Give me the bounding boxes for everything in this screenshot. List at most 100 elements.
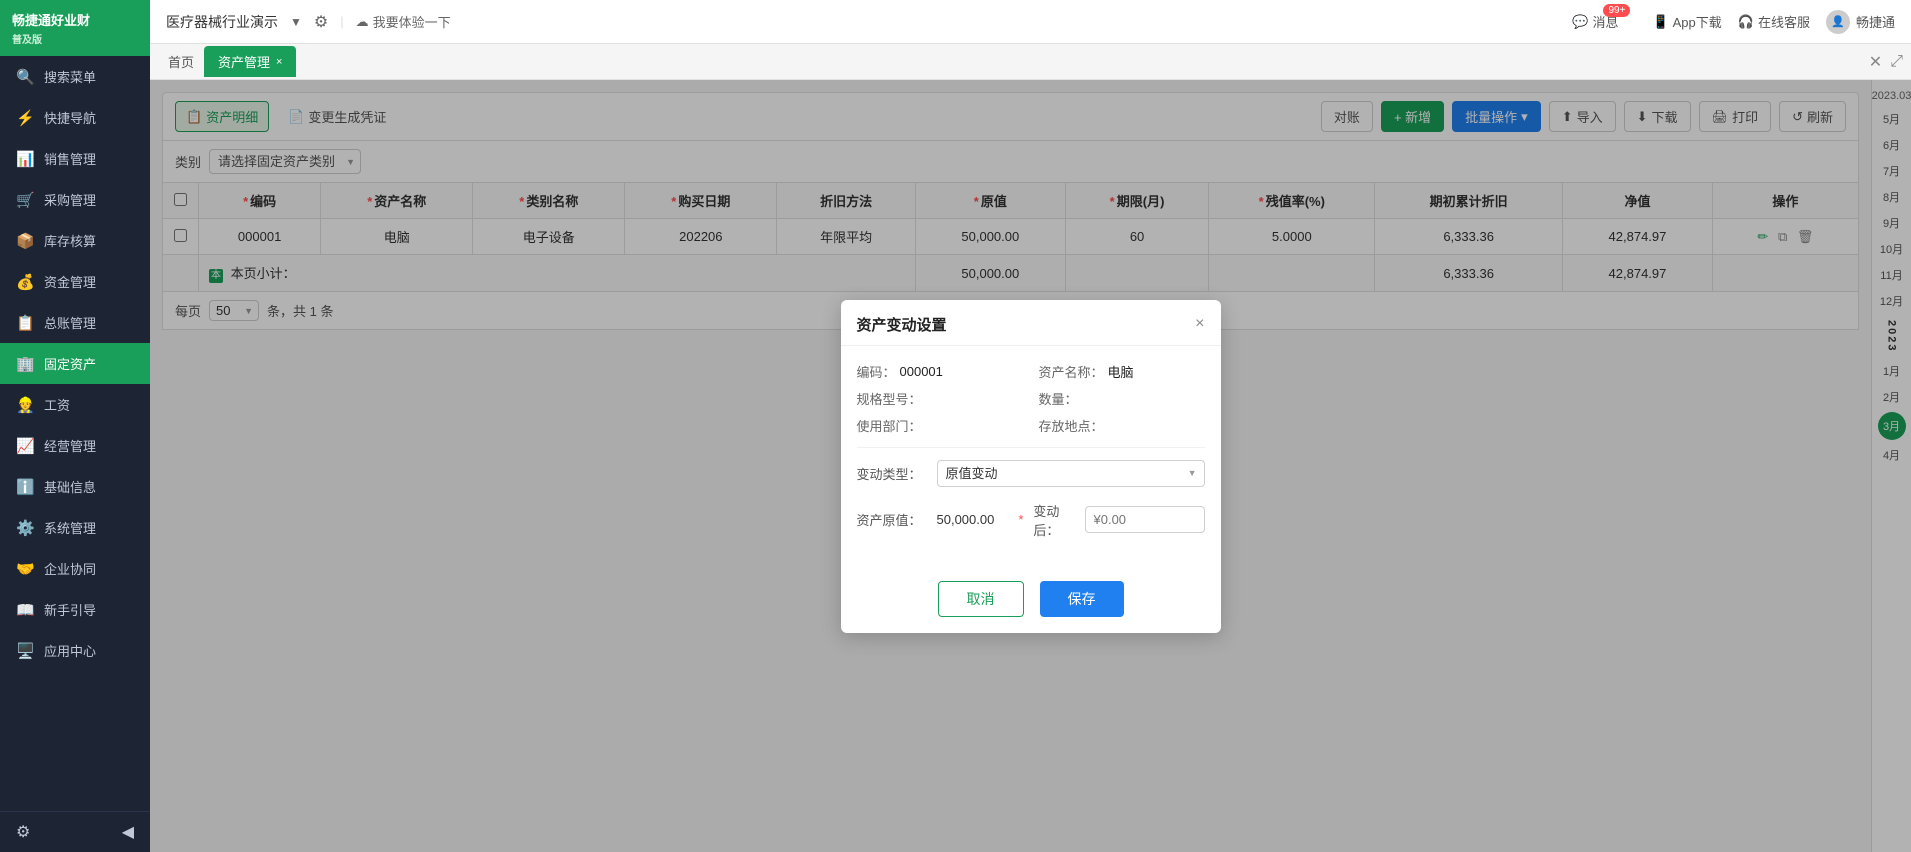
modal-body: 编码： 000001 资产名称： 电脑 规格型号： 数量：: [841, 346, 1221, 569]
modal-quantity-label: 数量：: [1039, 389, 1078, 408]
sidebar-icon-7: 🏢: [16, 355, 34, 373]
sidebar-item-基础信息[interactable]: ℹ️基础信息: [0, 466, 150, 507]
sidebar-label-0: 搜索菜单: [44, 67, 96, 86]
messages-badge[interactable]: 💬 消息 99+: [1572, 12, 1618, 31]
experience-divider: |: [340, 14, 343, 29]
sidebar-icon-5: 💰: [16, 273, 34, 291]
sidebar-item-搜索菜单[interactable]: 🔍 搜索菜单: [0, 56, 150, 97]
sidebar-icon-14: 🖥️: [16, 642, 34, 660]
sidebar-item-库存核算[interactable]: 📦 库存核算: [0, 220, 150, 261]
message-count: 99+: [1603, 4, 1630, 17]
sidebar-item-固定资产[interactable]: 🏢固定资产: [0, 343, 150, 384]
sidebar-icon-6: 📋: [16, 314, 34, 332]
sidebar-label-8: 工资: [44, 395, 70, 414]
after-change-input[interactable]: [1085, 506, 1205, 533]
collapse-icon[interactable]: ◀: [122, 822, 134, 842]
sidebar-icon-10: ℹ️: [16, 478, 34, 496]
main-area: 医疗器械行业演示 ▼ ⚙ | ☁ 我要体验一下 💬 消息 99+ 📱 App下载…: [150, 0, 1911, 852]
modal-asset-name-value: 电脑: [1108, 362, 1134, 381]
modal-spec-label: 规格型号：: [857, 389, 922, 408]
modal-footer: 取消 保存: [841, 569, 1221, 633]
home-tab-label: 首页: [168, 52, 194, 71]
window-maximize-btn[interactable]: ⤢: [1890, 53, 1903, 71]
sidebar-bottom: ⚙ ◀: [0, 811, 150, 852]
topbar-right: 💬 消息 99+ 📱 App下载 🎧 在线客服 👤 畅捷通: [1572, 10, 1895, 34]
modal-close-btn[interactable]: ×: [1195, 315, 1204, 333]
download-icon: 📱: [1652, 14, 1668, 30]
sidebar-item-经营管理[interactable]: 📈 经营管理: [0, 425, 150, 466]
sidebar-item-总账管理[interactable]: 📋总账管理: [0, 302, 150, 343]
tab-close-icon[interactable]: ×: [276, 56, 282, 68]
modal-dept-label: 使用部门：: [857, 416, 922, 435]
sidebar-item-快捷导航[interactable]: ⚡快捷导航: [0, 97, 150, 138]
cloud-icon: ☁: [356, 14, 369, 30]
sidebar-icon-13: 📖: [16, 601, 34, 619]
change-type-row: 变动类型： 原值变动 数量变动 部门变动: [857, 460, 1205, 487]
sidebar: 畅捷通好业财 普及版 🔍 搜索菜单 ⚡快捷导航📊销售管理🛒采购管理 📦 库存核算 💰 资金管…: [0, 0, 150, 852]
sidebar-label-4: 库存核算: [44, 231, 96, 250]
experience-link[interactable]: ☁ 我要体验一下: [356, 12, 451, 31]
modal-title: 资产变动设置: [857, 314, 947, 335]
sidebar-icon-4: 📦: [16, 232, 34, 250]
original-value-row: 资产原值： 50,000.00 * 变动后：: [857, 501, 1205, 539]
app-download-link[interactable]: 📱 App下载: [1652, 12, 1721, 31]
sidebar-label-11: 系统管理: [44, 518, 96, 537]
modal-quantity-item: 数量：: [1039, 389, 1205, 408]
sidebar-icon-9: 📈: [16, 437, 34, 455]
change-type-label: 变动类型：: [857, 464, 929, 483]
experience-text: 我要体验一下: [373, 12, 451, 31]
tabs-bar: 首页 资产管理 × ✕ ⤢: [150, 44, 1911, 80]
sidebar-icon-8: 👷: [16, 396, 34, 414]
sidebar-item-系统管理[interactable]: ⚙️系统管理: [0, 507, 150, 548]
modal-code-item: 编码： 000001: [857, 362, 1023, 381]
original-value-display: 50,000.00: [937, 512, 995, 527]
sidebar-item-新手引导[interactable]: 📖 新手引导: [0, 589, 150, 630]
online-service-link[interactable]: 🎧 在线客服: [1738, 12, 1810, 31]
settings-icon[interactable]: ⚙: [16, 822, 30, 842]
user-menu[interactable]: 👤 畅捷通: [1826, 10, 1895, 34]
message-icon: 💬: [1572, 14, 1588, 30]
app-name: 畅捷通好业财: [12, 10, 90, 29]
asset-change-modal: 资产变动设置 × 编码： 000001 资产名称： 电脑: [841, 300, 1221, 633]
modal-location-item: 存放地点：: [1039, 416, 1205, 435]
company-name: 医疗器械行业演示: [166, 12, 278, 32]
sidebar-item-应用中心[interactable]: 🖥️应用中心: [0, 630, 150, 671]
after-change-label: 变动后：: [1033, 501, 1070, 539]
sidebar-label-5: 资金管理: [44, 272, 96, 291]
change-type-select-wrap[interactable]: 原值变动 数量变动 部门变动: [937, 460, 1205, 487]
online-service-label: 在线客服: [1758, 12, 1810, 31]
modal-header: 资产变动设置 ×: [841, 300, 1221, 346]
sidebar-item-采购管理[interactable]: 🛒采购管理: [0, 179, 150, 220]
after-change-required: *: [1018, 512, 1023, 527]
sidebar-label-2: 销售管理: [44, 149, 96, 168]
save-button[interactable]: 保存: [1040, 581, 1124, 617]
sidebar-label-13: 新手引导: [44, 600, 96, 619]
app-logo: 畅捷通好业财 普及版: [0, 0, 150, 56]
service-icon: 🎧: [1738, 14, 1754, 30]
sidebar-icon-0: 🔍: [16, 68, 34, 86]
sidebar-item-资金管理[interactable]: 💰 资金管理: [0, 261, 150, 302]
sidebar-item-销售管理[interactable]: 📊销售管理: [0, 138, 150, 179]
app-version: 普及版: [12, 31, 90, 46]
topbar-left: 医疗器械行业演示 ▼ ⚙ | ☁ 我要体验一下: [166, 12, 451, 32]
cancel-label: 取消: [967, 591, 995, 607]
settings-gear-icon[interactable]: ⚙: [314, 12, 328, 32]
modal-spec-item: 规格型号：: [857, 389, 1023, 408]
sidebar-label-9: 经营管理: [44, 436, 96, 455]
window-close-btn[interactable]: ✕: [1869, 52, 1882, 72]
change-type-select[interactable]: 原值变动 数量变动 部门变动: [937, 460, 1205, 487]
sidebar-icon-12: 🤝: [16, 560, 34, 578]
modal-code-label: 编码：: [857, 362, 896, 381]
modal-overlay: 资产变动设置 × 编码： 000001 资产名称： 电脑: [150, 80, 1911, 852]
tab-asset-management[interactable]: 资产管理 ×: [204, 46, 296, 77]
company-dropdown-icon[interactable]: ▼: [290, 15, 302, 29]
save-label: 保存: [1068, 591, 1096, 607]
modal-info-grid: 编码： 000001 资产名称： 电脑 规格型号： 数量：: [857, 362, 1205, 448]
sidebar-item-企业协同[interactable]: 🤝企业协同: [0, 548, 150, 589]
cancel-button[interactable]: 取消: [938, 581, 1024, 617]
tab-home[interactable]: 首页: [158, 46, 204, 77]
sidebar-item-工资[interactable]: 👷 工资: [0, 384, 150, 425]
topbar: 医疗器械行业演示 ▼ ⚙ | ☁ 我要体验一下 💬 消息 99+ 📱 App下载…: [150, 0, 1911, 44]
modal-location-label: 存放地点：: [1039, 416, 1104, 435]
sidebar-icon-1: ⚡: [16, 109, 34, 127]
